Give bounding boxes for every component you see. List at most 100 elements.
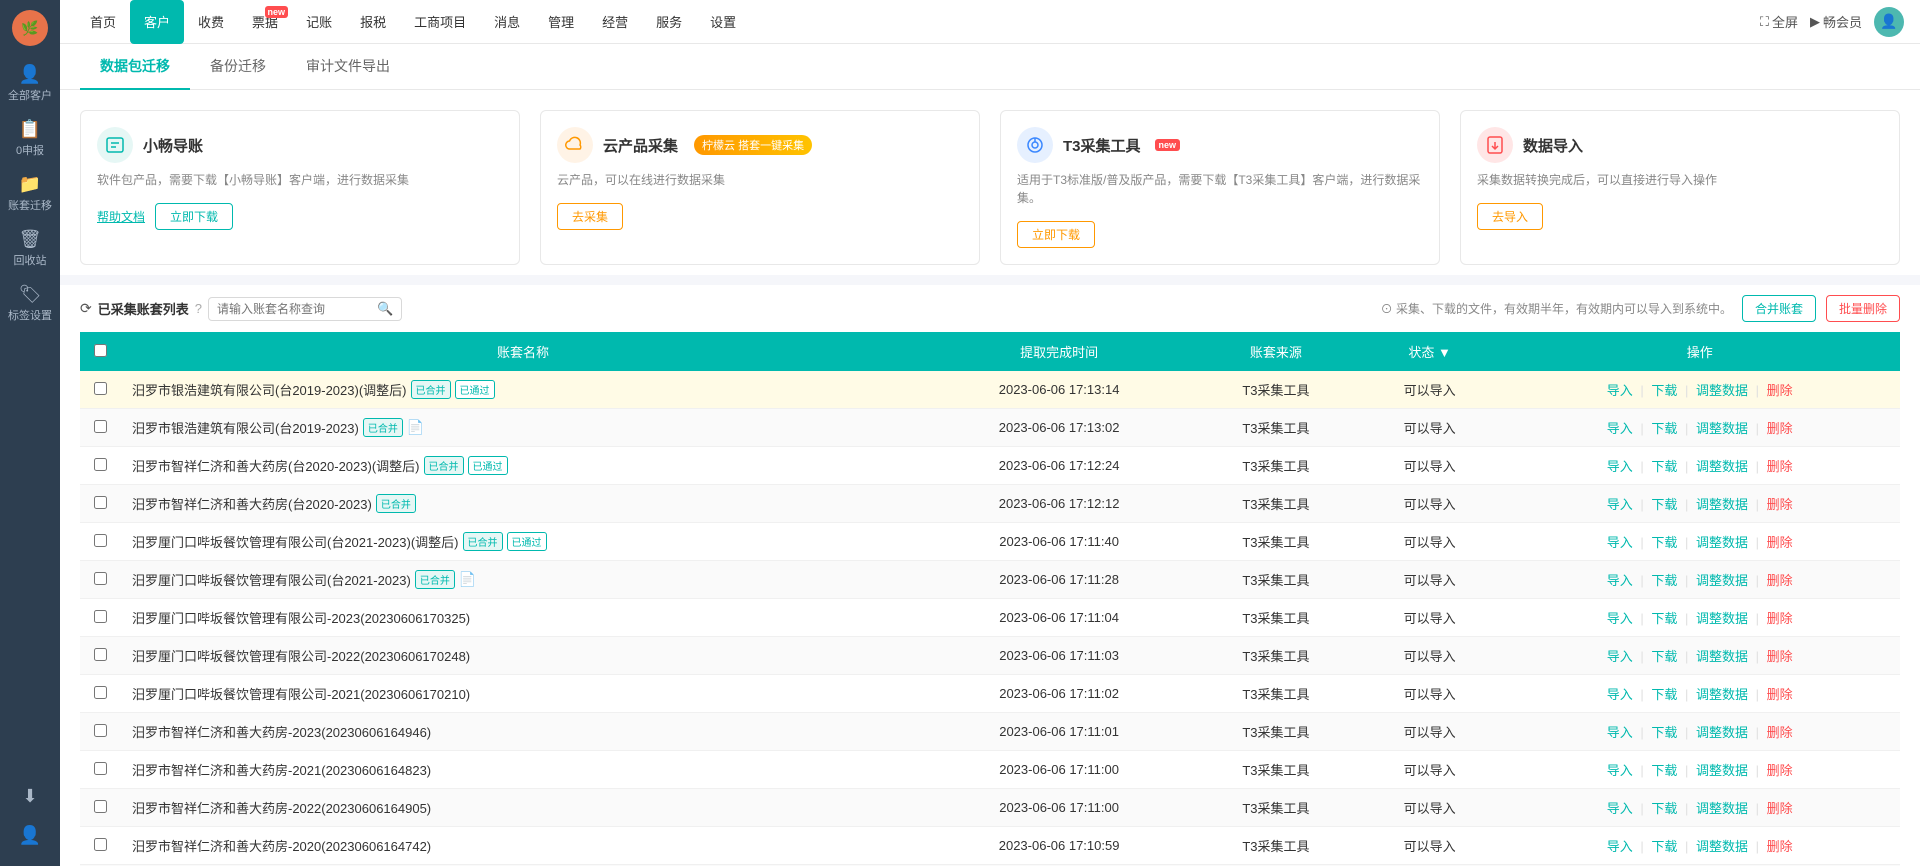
nav-service[interactable]: 服务: [642, 0, 696, 44]
card-xiaochang-help-link[interactable]: 帮助文档: [97, 208, 145, 225]
action-download-btn[interactable]: 下载: [1647, 611, 1681, 626]
row-checkbox[interactable]: [94, 838, 107, 851]
row-checkbox[interactable]: [94, 420, 107, 433]
action-import-btn[interactable]: 导入: [1603, 497, 1637, 512]
action-download-btn[interactable]: 下载: [1647, 839, 1681, 854]
action-adjust-btn[interactable]: 调整数据: [1692, 801, 1752, 816]
nav-operation[interactable]: 经营: [588, 0, 642, 44]
action-download-btn[interactable]: 下载: [1647, 801, 1681, 816]
action-download-btn[interactable]: 下载: [1647, 763, 1681, 778]
action-adjust-btn[interactable]: 调整数据: [1692, 611, 1752, 626]
action-import-btn[interactable]: 导入: [1603, 459, 1637, 474]
row-checkbox[interactable]: [94, 610, 107, 623]
action-download-btn[interactable]: 下载: [1647, 497, 1681, 512]
row-checkbox[interactable]: [94, 800, 107, 813]
action-import-btn[interactable]: 导入: [1603, 649, 1637, 664]
row-checkbox[interactable]: [94, 572, 107, 585]
sidebar-item-zero-report[interactable]: 📋 0申报: [0, 111, 60, 166]
nav-settings[interactable]: 设置: [696, 0, 750, 44]
search-icon[interactable]: 🔍: [377, 301, 393, 317]
action-import-btn[interactable]: 导入: [1603, 383, 1637, 398]
sidebar-item-tag-settings[interactable]: 🏷 标签设置: [0, 276, 60, 331]
col-status[interactable]: 状态 ▼: [1360, 332, 1500, 371]
nav-tax[interactable]: 报税: [346, 0, 400, 44]
action-delete-btn[interactable]: 删除: [1763, 687, 1797, 702]
sidebar-item-recycle-bin[interactable]: 🗑 回收站: [0, 221, 60, 276]
action-adjust-btn[interactable]: 调整数据: [1692, 535, 1752, 550]
action-delete-btn[interactable]: 删除: [1763, 839, 1797, 854]
row-checkbox[interactable]: [94, 686, 107, 699]
action-adjust-btn[interactable]: 调整数据: [1692, 459, 1752, 474]
action-import-btn[interactable]: 导入: [1603, 801, 1637, 816]
row-checkbox[interactable]: [94, 648, 107, 661]
action-adjust-btn[interactable]: 调整数据: [1692, 725, 1752, 740]
nav-bookkeeping[interactable]: 记账: [292, 0, 346, 44]
nav-home[interactable]: 首页: [76, 0, 130, 44]
action-delete-btn[interactable]: 删除: [1763, 383, 1797, 398]
fullscreen-btn[interactable]: ⛶ 全屏: [1760, 12, 1798, 31]
help-icon[interactable]: ?: [195, 301, 202, 316]
member-btn[interactable]: ▶ 畅会员: [1810, 12, 1862, 31]
action-adjust-btn[interactable]: 调整数据: [1692, 421, 1752, 436]
action-download-btn[interactable]: 下载: [1647, 649, 1681, 664]
merge-accounts-btn[interactable]: 合并账套: [1742, 295, 1816, 322]
nav-client[interactable]: 客户: [130, 0, 184, 44]
action-import-btn[interactable]: 导入: [1603, 725, 1637, 740]
action-adjust-btn[interactable]: 调整数据: [1692, 383, 1752, 398]
action-delete-btn[interactable]: 删除: [1763, 497, 1797, 512]
row-checkbox[interactable]: [94, 534, 107, 547]
action-delete-btn[interactable]: 删除: [1763, 573, 1797, 588]
row-checkbox[interactable]: [94, 762, 107, 775]
action-delete-btn[interactable]: 删除: [1763, 763, 1797, 778]
action-import-btn[interactable]: 导入: [1603, 421, 1637, 436]
action-download-btn[interactable]: 下载: [1647, 535, 1681, 550]
action-download-btn[interactable]: 下载: [1647, 421, 1681, 436]
action-import-btn[interactable]: 导入: [1603, 687, 1637, 702]
action-delete-btn[interactable]: 删除: [1763, 725, 1797, 740]
refresh-icon[interactable]: ⟳: [80, 300, 92, 317]
action-adjust-btn[interactable]: 调整数据: [1692, 839, 1752, 854]
action-delete-btn[interactable]: 删除: [1763, 801, 1797, 816]
row-checkbox[interactable]: [94, 496, 107, 509]
row-checkbox[interactable]: [94, 382, 107, 395]
sidebar-item-download[interactable]: ⬇: [19, 778, 41, 817]
card-t3-download-btn[interactable]: 立即下载: [1017, 221, 1095, 248]
action-download-btn[interactable]: 下载: [1647, 725, 1681, 740]
nav-fee[interactable]: 收费: [184, 0, 238, 44]
row-checkbox[interactable]: [94, 724, 107, 737]
action-adjust-btn[interactable]: 调整数据: [1692, 687, 1752, 702]
action-delete-btn[interactable]: 删除: [1763, 459, 1797, 474]
tab-data-migration[interactable]: 数据包迁移: [80, 44, 190, 90]
action-delete-btn[interactable]: 删除: [1763, 535, 1797, 550]
action-import-btn[interactable]: 导入: [1603, 611, 1637, 626]
sidebar-item-account-migration[interactable]: 📁 账套迁移: [0, 166, 60, 221]
sidebar-item-all-clients[interactable]: 👤 全部客户: [0, 56, 60, 111]
select-all-checkbox[interactable]: [94, 344, 107, 357]
action-import-btn[interactable]: 导入: [1603, 573, 1637, 588]
action-import-btn[interactable]: 导入: [1603, 535, 1637, 550]
batch-delete-btn[interactable]: 批量删除: [1826, 295, 1900, 322]
action-import-btn[interactable]: 导入: [1603, 763, 1637, 778]
row-checkbox[interactable]: [94, 458, 107, 471]
user-avatar[interactable]: 👤: [1874, 7, 1904, 37]
action-delete-btn[interactable]: 删除: [1763, 421, 1797, 436]
file-icon[interactable]: 📄: [459, 571, 476, 588]
nav-ticket[interactable]: 票据 new: [238, 0, 292, 44]
sidebar-item-profile[interactable]: 👤: [19, 817, 41, 856]
action-import-btn[interactable]: 导入: [1603, 839, 1637, 854]
search-input[interactable]: [217, 302, 377, 316]
tab-audit-export[interactable]: 审计文件导出: [286, 44, 410, 90]
action-download-btn[interactable]: 下载: [1647, 383, 1681, 398]
action-adjust-btn[interactable]: 调整数据: [1692, 573, 1752, 588]
card-xiaochang-download-btn[interactable]: 立即下载: [155, 203, 233, 230]
tab-backup-migration[interactable]: 备份迁移: [190, 44, 286, 90]
file-icon[interactable]: 📄: [407, 419, 424, 436]
action-adjust-btn[interactable]: 调整数据: [1692, 497, 1752, 512]
nav-manage[interactable]: 管理: [534, 0, 588, 44]
nav-message[interactable]: 消息: [480, 0, 534, 44]
action-adjust-btn[interactable]: 调整数据: [1692, 649, 1752, 664]
card-cloud-collect-btn[interactable]: 去采集: [557, 203, 623, 230]
action-download-btn[interactable]: 下载: [1647, 573, 1681, 588]
action-download-btn[interactable]: 下载: [1647, 459, 1681, 474]
nav-business[interactable]: 工商项目: [400, 0, 480, 44]
